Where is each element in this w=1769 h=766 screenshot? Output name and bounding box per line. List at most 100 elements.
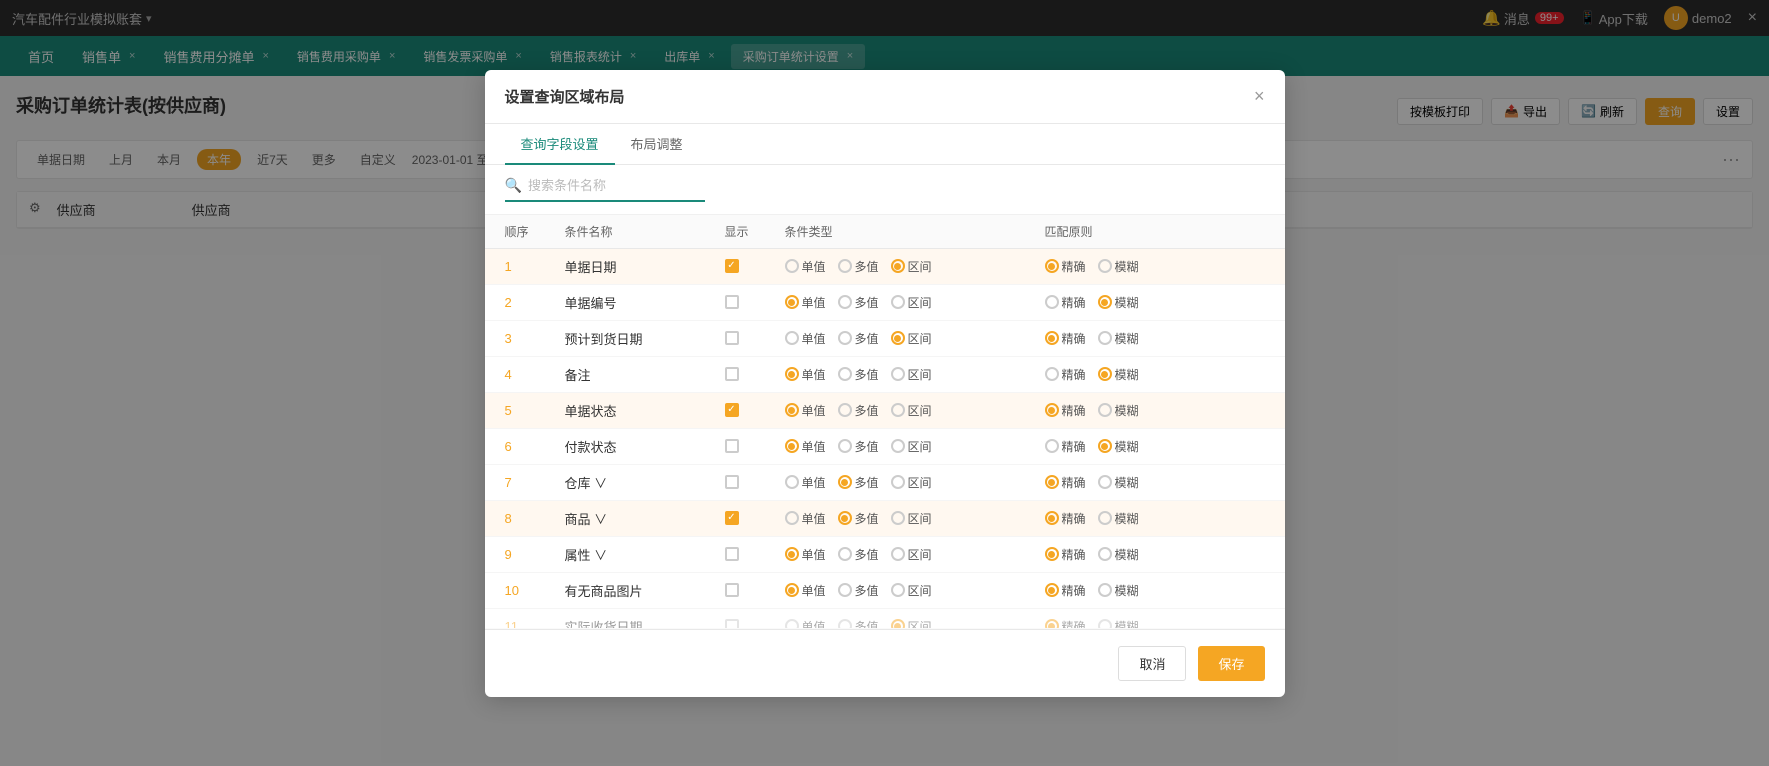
match-radio-模糊[interactable]: 模糊: [1098, 582, 1139, 599]
match-radio-精确[interactable]: 精确: [1045, 438, 1086, 455]
cancel-button[interactable]: 取消: [1118, 646, 1186, 681]
cell-display[interactable]: [725, 511, 785, 525]
cell-display[interactable]: [725, 547, 785, 561]
match-radio-模糊[interactable]: 模糊: [1098, 438, 1139, 455]
radio-circle: [1045, 403, 1059, 417]
type-radio-多值[interactable]: 多值: [838, 582, 879, 599]
display-checkbox[interactable]: [725, 619, 739, 629]
cell-type: 单值多值区间: [785, 474, 1045, 491]
cell-type: 单值多值区间: [785, 294, 1045, 311]
cell-display[interactable]: [725, 259, 785, 273]
match-radio-模糊[interactable]: 模糊: [1098, 258, 1139, 275]
match-radio-精确[interactable]: 精确: [1045, 582, 1086, 599]
display-checkbox[interactable]: [725, 547, 739, 561]
cell-display[interactable]: [725, 331, 785, 345]
type-radio-多值[interactable]: 多值: [838, 474, 879, 491]
type-radio-单值[interactable]: 单值: [785, 366, 826, 383]
type-radio-区间[interactable]: 区间: [891, 438, 932, 455]
type-radio-区间[interactable]: 区间: [891, 402, 932, 419]
type-radio-单值[interactable]: 单值: [785, 510, 826, 527]
type-radio-区间[interactable]: 区间: [891, 474, 932, 491]
match-radio-精确[interactable]: 精确: [1045, 402, 1086, 419]
match-radio-模糊[interactable]: 模糊: [1098, 366, 1139, 383]
tab-query-fields[interactable]: 查询字段设置: [505, 124, 615, 165]
display-checkbox[interactable]: [725, 439, 739, 453]
match-radio-精确[interactable]: 精确: [1045, 330, 1086, 347]
radio-circle: [838, 511, 852, 525]
type-radio-区间[interactable]: 区间: [891, 546, 932, 563]
display-checkbox[interactable]: [725, 511, 739, 525]
type-radio-区间[interactable]: 区间: [891, 366, 932, 383]
type-radio-多值[interactable]: 多值: [838, 546, 879, 563]
display-checkbox[interactable]: [725, 475, 739, 489]
display-checkbox[interactable]: [725, 583, 739, 597]
cell-display[interactable]: [725, 367, 785, 381]
display-checkbox[interactable]: [725, 295, 739, 309]
match-radio-精确[interactable]: 精确: [1045, 366, 1086, 383]
type-radio-多值[interactable]: 多值: [838, 402, 879, 419]
match-radio-模糊[interactable]: 模糊: [1098, 546, 1139, 563]
cell-name: 仓库 ∨: [565, 473, 725, 492]
display-checkbox[interactable]: [725, 367, 739, 381]
match-radio-精确[interactable]: 精确: [1045, 258, 1086, 275]
match-radio-模糊[interactable]: 模糊: [1098, 402, 1139, 419]
cell-display[interactable]: [725, 619, 785, 629]
table-row: 5单据状态单值多值区间精确模糊: [485, 393, 1285, 429]
type-radio-区间[interactable]: 区间: [891, 510, 932, 527]
match-radio-模糊[interactable]: 模糊: [1098, 474, 1139, 491]
radio-circle: [891, 475, 905, 489]
type-radio-区间[interactable]: 区间: [891, 582, 932, 599]
radio-circle: [785, 367, 799, 381]
match-radio-模糊[interactable]: 模糊: [1098, 330, 1139, 347]
type-radio-单值[interactable]: 单值: [785, 402, 826, 419]
type-radio-单值[interactable]: 单值: [785, 438, 826, 455]
match-radio-模糊[interactable]: 模糊: [1098, 294, 1139, 311]
save-button[interactable]: 保存: [1198, 646, 1264, 681]
cell-display[interactable]: [725, 439, 785, 453]
table-row: 4备注单值多值区间精确模糊: [485, 357, 1285, 393]
match-radio-模糊[interactable]: 模糊: [1098, 510, 1139, 527]
type-radio-多值[interactable]: 多值: [838, 258, 879, 275]
type-radio-单值[interactable]: 单值: [785, 294, 826, 311]
cell-display[interactable]: [725, 583, 785, 597]
type-radio-多值[interactable]: 多值: [838, 294, 879, 311]
type-radio-区间[interactable]: 区间: [891, 618, 932, 629]
type-radio-单值[interactable]: 单值: [785, 546, 826, 563]
type-radio-区间[interactable]: 区间: [891, 330, 932, 347]
cell-name: 单据编号: [565, 293, 725, 312]
type-radio-多值[interactable]: 多值: [838, 366, 879, 383]
type-radio-单值[interactable]: 单值: [785, 618, 826, 629]
type-radio-区间[interactable]: 区间: [891, 294, 932, 311]
type-radio-单值[interactable]: 单值: [785, 330, 826, 347]
display-checkbox[interactable]: [725, 259, 739, 273]
cell-display[interactable]: [725, 403, 785, 417]
display-checkbox[interactable]: [725, 331, 739, 345]
dialog-tabs: 查询字段设置 布局调整: [485, 124, 1285, 165]
type-radio-多值[interactable]: 多值: [838, 438, 879, 455]
type-radio-区间[interactable]: 区间: [891, 258, 932, 275]
display-checkbox[interactable]: [725, 403, 739, 417]
dialog-header: 设置查询区域布局 ×: [485, 70, 1285, 124]
radio-circle: [785, 475, 799, 489]
type-radio-单值[interactable]: 单值: [785, 582, 826, 599]
search-input[interactable]: [528, 178, 688, 193]
type-radio-单值[interactable]: 单值: [785, 474, 826, 491]
match-radio-精确[interactable]: 精确: [1045, 546, 1086, 563]
match-radio-模糊[interactable]: 模糊: [1098, 618, 1139, 629]
match-radio-精确[interactable]: 精确: [1045, 510, 1086, 527]
type-radio-多值[interactable]: 多值: [838, 618, 879, 629]
cell-display[interactable]: [725, 295, 785, 309]
radio-circle: [838, 475, 852, 489]
dialog-close-btn[interactable]: ×: [1254, 87, 1265, 105]
match-radio-精确[interactable]: 精确: [1045, 474, 1086, 491]
radio-circle: [838, 439, 852, 453]
tab-layout-adjust[interactable]: 布局调整: [615, 124, 699, 165]
type-radio-多值[interactable]: 多值: [838, 330, 879, 347]
match-radio-精确[interactable]: 精确: [1045, 294, 1086, 311]
type-radio-单值[interactable]: 单值: [785, 258, 826, 275]
dialog-title: 设置查询区域布局: [505, 86, 625, 107]
type-radio-多值[interactable]: 多值: [838, 510, 879, 527]
match-radio-精确[interactable]: 精确: [1045, 618, 1086, 629]
radio-circle: [1098, 403, 1112, 417]
cell-display[interactable]: [725, 475, 785, 489]
